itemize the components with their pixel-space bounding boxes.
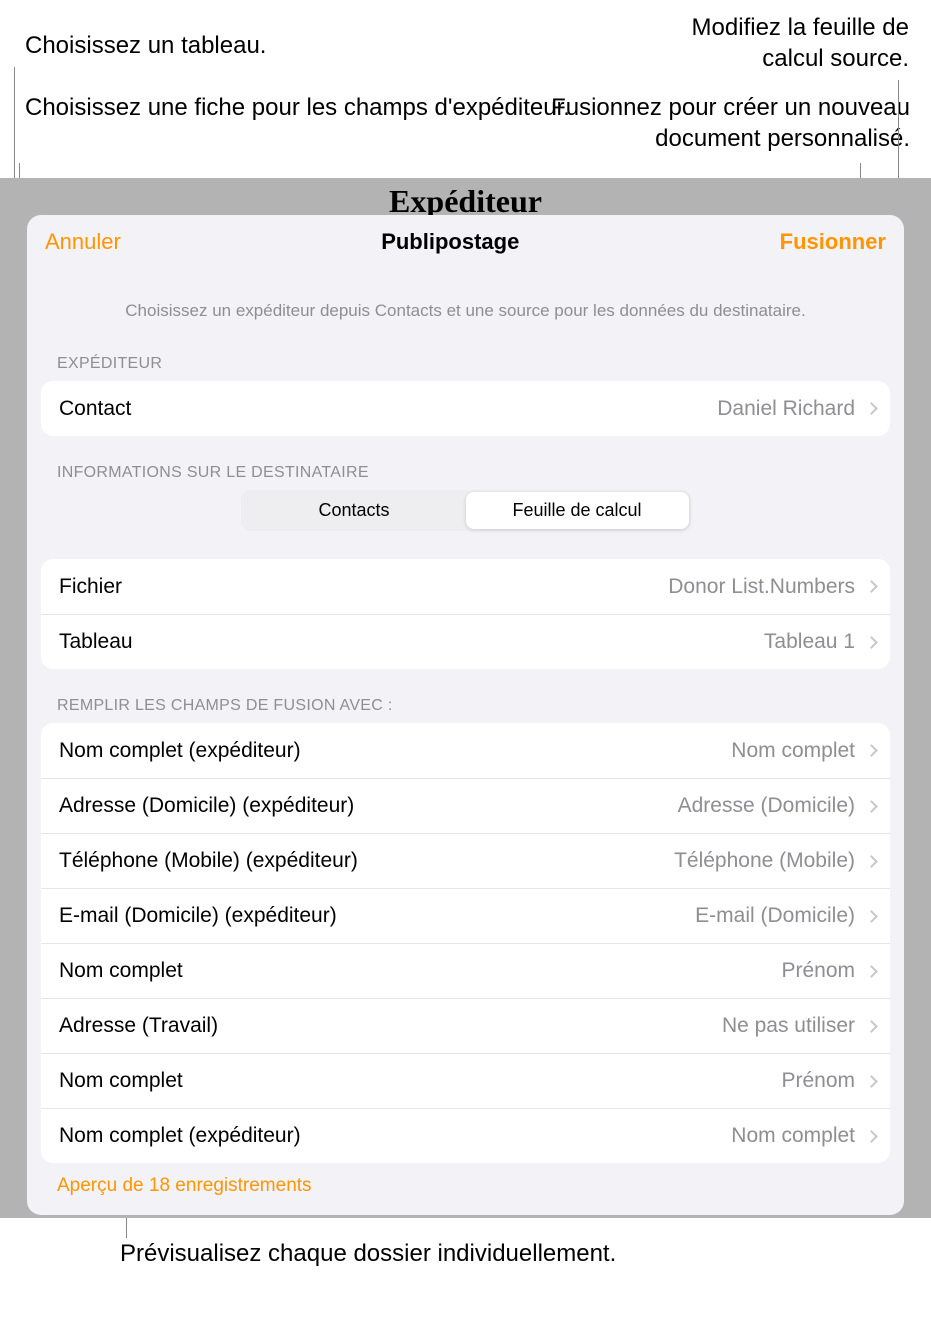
fill-section-header: Remplir les champs de fusion avec :	[27, 669, 904, 723]
merge-field-row[interactable]: Adresse (Travail) Ne pas utiliser	[41, 998, 890, 1053]
table-row[interactable]: Tableau Tableau 1	[41, 614, 890, 669]
table-label: Tableau	[59, 630, 133, 654]
document-title-behind: Expéditeur	[0, 178, 931, 220]
chevron-right-icon	[865, 800, 878, 813]
mail-merge-panel: Annuler Publipostage Fusionner Choisisse…	[27, 215, 904, 1215]
file-value: Donor List.Numbers	[668, 575, 876, 599]
merge-field-value: Prénom	[781, 959, 876, 983]
chevron-right-icon	[865, 636, 878, 649]
chevron-right-icon	[865, 580, 878, 593]
merge-field-value: Adresse (Domicile)	[678, 794, 876, 818]
merge-field-label: Nom complet	[59, 959, 183, 983]
file-row[interactable]: Fichier Donor List.Numbers	[41, 559, 890, 614]
merge-field-row[interactable]: Nom complet (expéditeur) Nom complet	[41, 723, 890, 778]
contact-value: Daniel Richard	[717, 397, 876, 421]
chevron-right-icon	[865, 744, 878, 757]
panel-header: Annuler Publipostage Fusionner	[27, 215, 904, 265]
merge-field-label: Téléphone (Mobile) (expéditeur)	[59, 849, 358, 873]
recipient-section-header: Informations sur le destinataire	[27, 436, 904, 490]
callout-choose-table: Choisissez un tableau.	[25, 30, 266, 61]
recipient-source-segmented: Contacts Feuille de calcul	[241, 490, 691, 531]
merge-field-value: Ne pas utiliser	[722, 1014, 876, 1038]
preview-records-link[interactable]: Aperçu de 18 enregistrements	[27, 1163, 904, 1209]
merge-field-row[interactable]: Adresse (Domicile) (expéditeur) Adresse (…	[41, 778, 890, 833]
panel-title: Publipostage	[381, 229, 519, 255]
contact-row[interactable]: Contact Daniel Richard	[41, 381, 890, 436]
callout-preview: Prévisualisez chaque dossier individuell…	[120, 1238, 616, 1269]
callout-modify-source: Modifiez la feuille de calcul source.	[659, 12, 909, 74]
merge-field-value: Prénom	[781, 1069, 876, 1093]
chevron-right-icon	[865, 402, 878, 415]
segment-spreadsheet[interactable]: Feuille de calcul	[466, 492, 689, 529]
chevron-right-icon	[865, 855, 878, 868]
table-value: Tableau 1	[764, 630, 876, 654]
merge-field-label: Nom complet (expéditeur)	[59, 739, 301, 763]
fill-group: Nom complet (expéditeur) Nom complet Adres…	[41, 723, 890, 1163]
source-group: Fichier Donor List.Numbers Tableau Table…	[41, 559, 890, 669]
merge-field-value: Nom complet	[731, 739, 876, 763]
merge-field-label: Adresse (Domicile) (expéditeur)	[59, 794, 354, 818]
merge-field-row[interactable]: Téléphone (Mobile) (expéditeur) Téléphone…	[41, 833, 890, 888]
merge-field-row[interactable]: Nom complet (expéditeur) Nom complet	[41, 1108, 890, 1163]
segment-contacts[interactable]: Contacts	[243, 492, 466, 529]
merge-field-label: Nom complet (expéditeur)	[59, 1124, 301, 1148]
chevron-right-icon	[865, 965, 878, 978]
file-label: Fichier	[59, 575, 122, 599]
merge-field-row[interactable]: Nom complet Prénom	[41, 943, 890, 998]
chevron-right-icon	[865, 1020, 878, 1033]
callout-merge-create: Fusionnez pour créer un nouveau document…	[475, 92, 910, 154]
contact-label: Contact	[59, 397, 131, 421]
sender-section-header: Expéditeur	[27, 345, 904, 381]
merge-field-value: Nom complet	[731, 1124, 876, 1148]
merge-field-value: E-mail (Domicile)	[695, 904, 876, 928]
merge-button[interactable]: Fusionner	[780, 229, 886, 255]
merge-field-label: E-mail (Domicile) (expéditeur)	[59, 904, 337, 928]
chevron-right-icon	[865, 1075, 878, 1088]
leader-line	[126, 1218, 127, 1238]
sender-group: Contact Daniel Richard	[41, 381, 890, 436]
chevron-right-icon	[865, 1130, 878, 1143]
merge-field-row[interactable]: E-mail (Domicile) (expéditeur) E-mail (Do…	[41, 888, 890, 943]
cancel-button[interactable]: Annuler	[45, 229, 121, 255]
merge-field-label: Nom complet	[59, 1069, 183, 1093]
merge-field-value: Téléphone (Mobile)	[674, 849, 876, 873]
merge-field-label: Adresse (Travail)	[59, 1014, 218, 1038]
merge-field-row[interactable]: Nom complet Prénom	[41, 1053, 890, 1108]
panel-subtitle: Choisissez un expéditeur depuis Contacts…	[27, 265, 904, 345]
chevron-right-icon	[865, 910, 878, 923]
